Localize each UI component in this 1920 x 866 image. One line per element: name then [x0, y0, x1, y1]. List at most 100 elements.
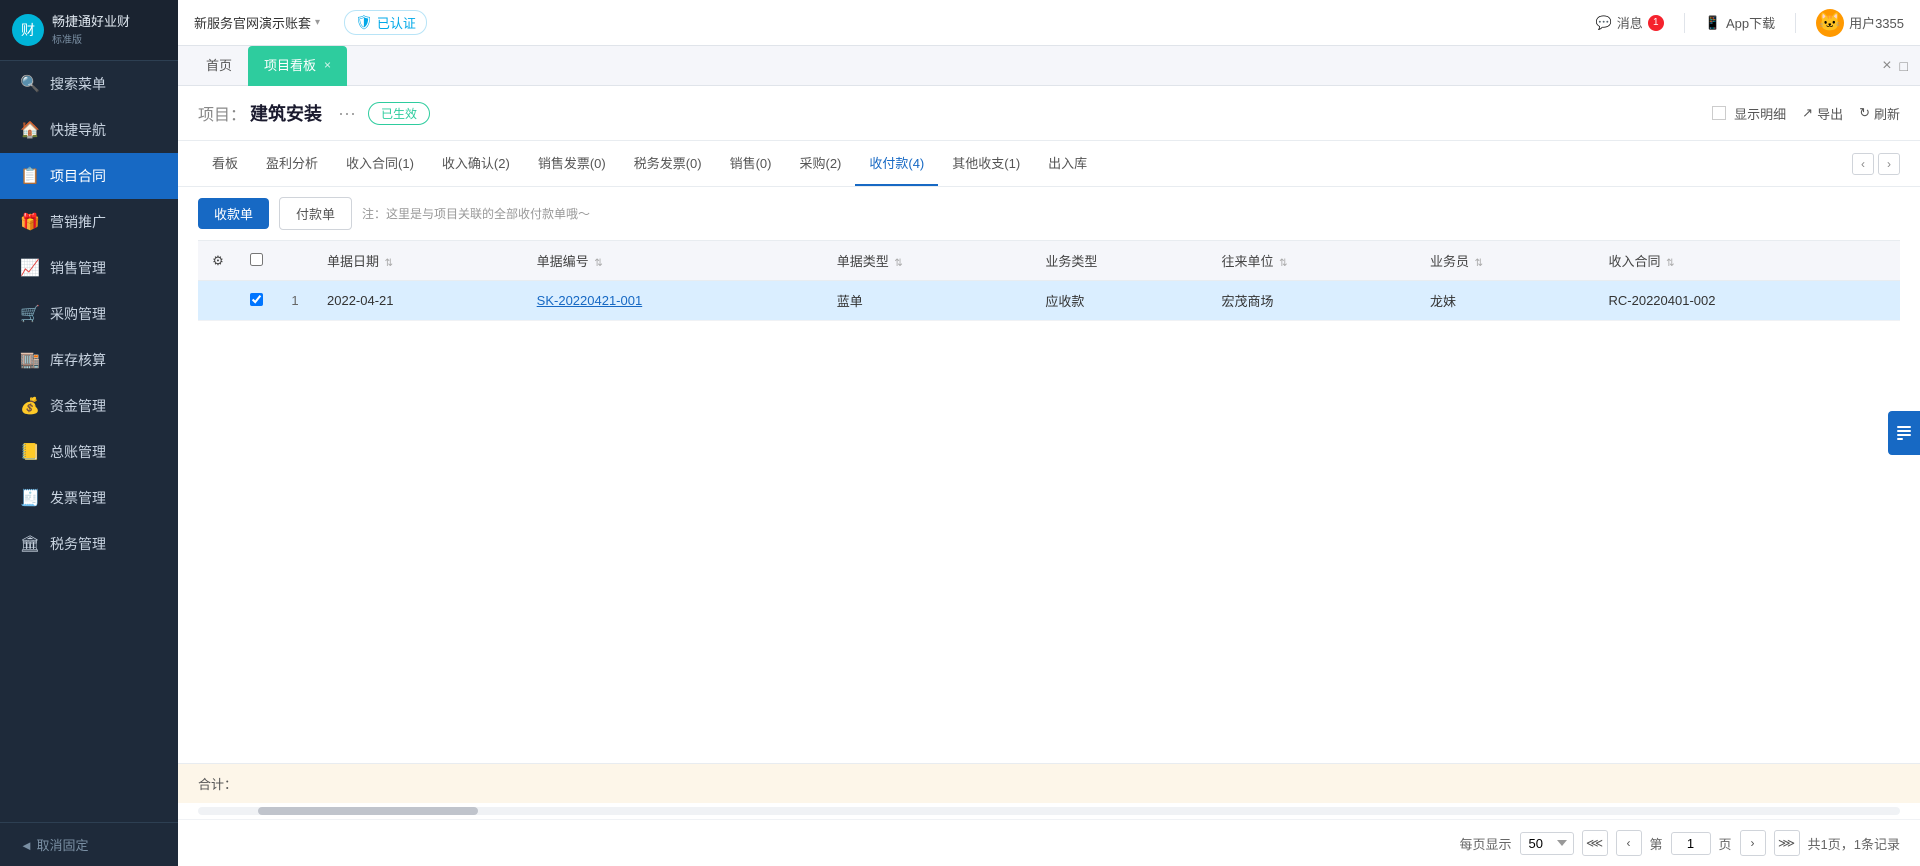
per-page-select[interactable]: 50 10 20 100: [1520, 832, 1574, 855]
sidebar: 财 畅捷通好业财 标准版 🔍 搜索菜单 🏠 快捷导航 📋 项目合同 🎁 营销推广…: [0, 0, 178, 866]
inventory-icon: 🏬: [20, 350, 40, 370]
refresh-label: 刷新: [1874, 104, 1900, 123]
tab-project-board-label: 项目看板: [264, 55, 316, 74]
ledger-icon: 📒: [20, 442, 40, 462]
marketing-icon: 🎁: [20, 212, 40, 232]
prev-page-btn[interactable]: ‹: [1616, 830, 1642, 856]
purchase-icon: 🛒: [20, 304, 40, 324]
account-dropdown-icon[interactable]: ▾: [315, 17, 320, 28]
subtab-inout[interactable]: 出入库: [1034, 141, 1101, 186]
subtab-payment-label: 收付款(4): [869, 156, 924, 171]
toolbar-hint: 注：这里是与项目关联的全部收付款单哦～: [362, 205, 590, 222]
app-download-action[interactable]: 📱 App下载: [1705, 13, 1775, 32]
sidebar-label-tax: 税务管理: [50, 534, 106, 554]
col-date[interactable]: 单据日期 ⇅: [315, 241, 525, 281]
sidebar-item-quicknav[interactable]: 🏠 快捷导航: [0, 107, 178, 153]
sidebar-item-inventory[interactable]: 🏬 库存核算: [0, 337, 178, 383]
show-detail-btn[interactable]: 显示明细: [1712, 104, 1786, 123]
sidebar-item-sales[interactable]: 📈 销售管理: [0, 245, 178, 291]
col-partner[interactable]: 往来单位 ⇅: [1209, 241, 1418, 281]
subtab-sales-invoice[interactable]: 销售发票(0): [524, 141, 620, 186]
scrollbar-thumb[interactable]: [258, 807, 478, 815]
subtab-income-contract[interactable]: 收入合同(1): [332, 141, 428, 186]
document-number-link[interactable]: SK-20220421-001: [537, 293, 643, 308]
col-type[interactable]: 单据类型 ⇅: [825, 241, 1034, 281]
tab-home[interactable]: 首页: [190, 46, 248, 86]
sort-date-icon: ⇅: [385, 258, 393, 269]
tab-project-board[interactable]: 项目看板 ×: [248, 46, 347, 86]
export-btn[interactable]: ↗ 导出: [1802, 104, 1843, 123]
logo-title: 畅捷通好业财: [52, 14, 130, 31]
first-page-btn[interactable]: ⋘: [1582, 830, 1608, 856]
subtab-other-expense-label: 其他收支(1): [952, 156, 1020, 171]
payment-btn[interactable]: 付款单: [279, 197, 352, 230]
data-table: ⚙ 单据日期 ⇅ 单据编号 ⇅: [198, 240, 1900, 321]
message-label: 消息: [1617, 13, 1643, 32]
phone-icon: 📱: [1705, 15, 1721, 31]
select-all-checkbox[interactable]: [250, 253, 263, 266]
tab-close-icon[interactable]: ×: [324, 58, 331, 72]
subtab-prev-btn[interactable]: ‹: [1852, 153, 1874, 175]
page-suffix: 页: [1719, 834, 1732, 853]
last-page-btn[interactable]: ⋙: [1774, 830, 1800, 856]
next-page-btn[interactable]: ›: [1740, 830, 1766, 856]
export-icon: ↗: [1802, 105, 1813, 121]
cell-partner: 宏茂商场: [1209, 281, 1418, 321]
window-maximize-btn[interactable]: □: [1900, 58, 1908, 74]
sort-type-icon: ⇅: [894, 258, 902, 269]
subtab-sales[interactable]: 销售(0): [716, 141, 786, 186]
project-actions: 显示明细 ↗ 导出 ↻ 刷新: [1712, 104, 1900, 123]
sidebar-item-contract[interactable]: 📋 项目合同: [0, 153, 178, 199]
col-settings[interactable]: ⚙: [198, 241, 238, 281]
col-income-contract[interactable]: 收入合同 ⇅: [1597, 241, 1901, 281]
message-action[interactable]: 💬 消息 1: [1596, 13, 1664, 32]
subtab-profit-label: 盈利分析: [266, 156, 318, 171]
detail-checkbox-icon[interactable]: [1712, 106, 1726, 120]
user-action[interactable]: 🐱 用户3355: [1816, 9, 1904, 37]
subtab-payment[interactable]: 收付款(4): [855, 141, 938, 186]
cell-checkbox[interactable]: [238, 281, 275, 321]
subtab-inout-label: 出入库: [1048, 156, 1087, 171]
sidebar-label-sales: 销售管理: [50, 258, 106, 278]
subtab-board[interactable]: 看板: [198, 141, 252, 186]
subtab-other-expense[interactable]: 其他收支(1): [938, 141, 1034, 186]
sidebar-label-invoice: 发票管理: [50, 488, 106, 508]
col-number[interactable]: 单据编号 ⇅: [525, 241, 825, 281]
subtab-income-confirm[interactable]: 收入确认(2): [428, 141, 524, 186]
project-more-btn[interactable]: ···: [338, 103, 356, 124]
refresh-btn[interactable]: ↻ 刷新: [1859, 104, 1900, 123]
sidebar-item-invoice[interactable]: 🧾 发票管理: [0, 475, 178, 521]
col-index: [275, 241, 315, 281]
collection-btn[interactable]: 收款单: [198, 198, 269, 229]
subtab-purchase-label: 采购(2): [799, 156, 841, 171]
sidebar-item-purchase[interactable]: 🛒 采购管理: [0, 291, 178, 337]
sidebar-unpin[interactable]: ◄ 取消固定: [0, 822, 178, 866]
logo-sub: 标准版: [52, 31, 130, 46]
sort-number-icon: ⇅: [594, 258, 602, 269]
sidebar-item-tax[interactable]: 🏛 税务管理: [0, 521, 178, 567]
subtab-profit[interactable]: 盈利分析: [252, 141, 332, 186]
side-action-btn[interactable]: [1888, 411, 1920, 455]
user-avatar: 🐱: [1816, 9, 1844, 37]
topbar-right: 💬 消息 1 📱 App下载 🐱 用户3355: [1596, 9, 1904, 37]
window-close-btn[interactable]: ×: [1882, 57, 1891, 75]
cell-date: 2022-04-21: [315, 281, 525, 321]
sidebar-item-finance[interactable]: 💰 资金管理: [0, 383, 178, 429]
col-checkbox[interactable]: [238, 241, 275, 281]
col-salesperson[interactable]: 业务员 ⇅: [1418, 241, 1596, 281]
page-input[interactable]: [1671, 832, 1711, 855]
show-detail-label: 显示明细: [1734, 104, 1786, 123]
sidebar-item-search[interactable]: 🔍 搜索菜单: [0, 61, 178, 107]
row-checkbox[interactable]: [250, 293, 263, 306]
sort-contract-icon: ⇅: [1666, 258, 1674, 269]
home-icon: 🏠: [20, 120, 40, 140]
subtab-purchase[interactable]: 采购(2): [785, 141, 855, 186]
app-label: App下载: [1726, 13, 1775, 32]
sidebar-item-marketing[interactable]: 🎁 营销推广: [0, 199, 178, 245]
sidebar-item-ledger[interactable]: 📒 总账管理: [0, 429, 178, 475]
sidebar-label-inventory: 库存核算: [50, 350, 106, 370]
subtab-tax-invoice[interactable]: 税务发票(0): [620, 141, 716, 186]
cell-index: 1: [275, 281, 315, 321]
subtab-next-btn[interactable]: ›: [1878, 153, 1900, 175]
scrollbar-row: [178, 803, 1920, 819]
